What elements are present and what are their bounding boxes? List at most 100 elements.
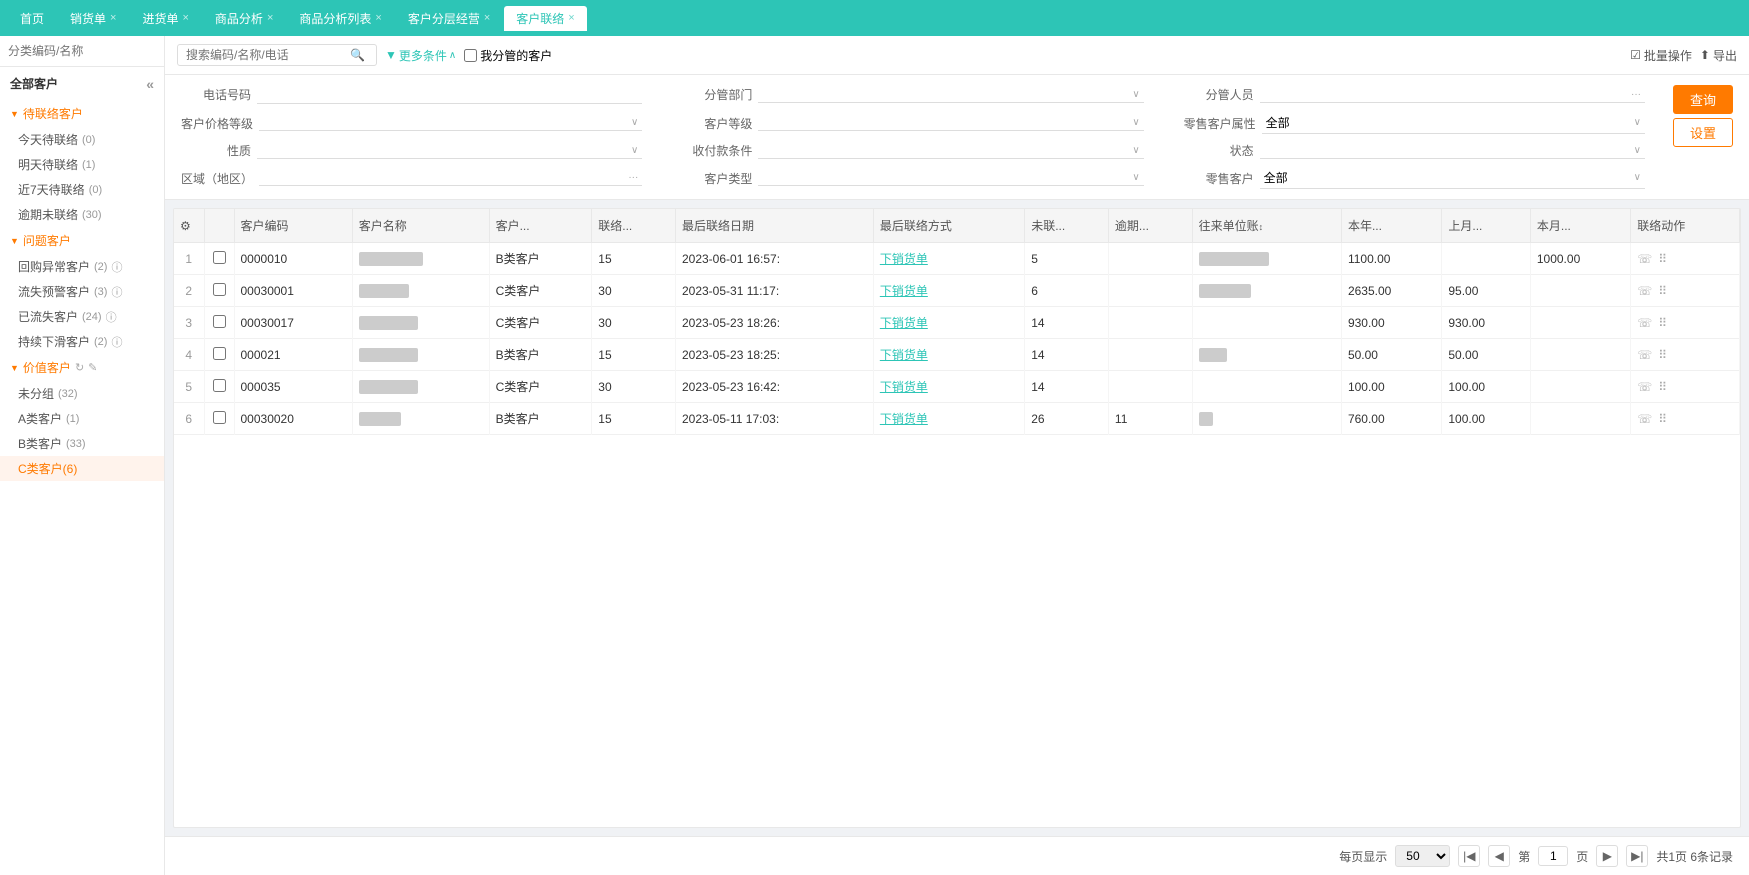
- action-more-icon[interactable]: ⠿: [1658, 316, 1667, 330]
- page-number-input[interactable]: [1538, 846, 1568, 866]
- edit-icon[interactable]: ✎: [88, 361, 97, 374]
- filter-phone-input[interactable]: [257, 85, 642, 104]
- cell-checkbox[interactable]: [204, 307, 234, 339]
- cell-checkbox[interactable]: [204, 403, 234, 435]
- sidebar-item-ungrouped[interactable]: 未分组 (32): [0, 381, 164, 406]
- sidebar-search-input[interactable]: [8, 44, 163, 58]
- nav-home[interactable]: 首页: [8, 6, 56, 31]
- sidebar-item-c-class[interactable]: C类客户(6): [0, 456, 164, 481]
- filter-nature-select[interactable]: ∨: [257, 143, 642, 159]
- filter-cust-type-select[interactable]: ∨: [758, 170, 1143, 186]
- action-more-icon[interactable]: ⠿: [1658, 380, 1667, 394]
- filter-status-select[interactable]: ∨: [1260, 143, 1645, 159]
- cell-actions[interactable]: ☏ ⠿: [1631, 243, 1740, 275]
- filter-person-select[interactable]: ···: [1260, 87, 1645, 103]
- action-more-icon[interactable]: ⠿: [1658, 284, 1667, 298]
- action-phone-icon[interactable]: ☏: [1637, 252, 1652, 266]
- filter-payment-select[interactable]: ∨: [758, 143, 1143, 159]
- sidebar-item-repurchase-abnormal[interactable]: 回购异常客户 (2) ⓘ: [0, 254, 164, 279]
- next-page-btn[interactable]: ▶: [1596, 845, 1618, 867]
- cell-last-method[interactable]: 下销货单: [873, 403, 1024, 435]
- action-more-icon[interactable]: ⠿: [1658, 252, 1667, 266]
- filter-retail-attr-select[interactable]: 全部 ∨: [1262, 112, 1645, 134]
- sidebar-item-loss-warning[interactable]: 流失预警客户 (3) ⓘ: [0, 279, 164, 304]
- cell-actions[interactable]: ☏ ⠿: [1631, 307, 1740, 339]
- nav-customer-segment[interactable]: 客户分层经营 ×: [396, 6, 502, 31]
- nav-sales[interactable]: 销货单 ×: [58, 6, 128, 31]
- cell-last-method[interactable]: 下销货单: [873, 275, 1024, 307]
- cell-last-method[interactable]: 下销货单: [873, 339, 1024, 371]
- batch-op-btn[interactable]: ☑ 批量操作: [1630, 47, 1692, 64]
- action-phone-icon[interactable]: ☏: [1637, 380, 1652, 394]
- more-conditions-btn[interactable]: ▼ 更多条件 ∧: [385, 47, 456, 64]
- cell-name: ██████: [352, 307, 489, 339]
- nav-customer-contact[interactable]: 客户联络 ×: [504, 6, 586, 31]
- cell-last-method[interactable]: 下销货单: [873, 307, 1024, 339]
- action-phone-icon[interactable]: ☏: [1637, 348, 1652, 362]
- cell-this-month-amt: [1530, 339, 1630, 371]
- cell-actions[interactable]: ☏ ⠿: [1631, 371, 1740, 403]
- cell-checkbox[interactable]: [204, 243, 234, 275]
- setting-button[interactable]: 设置: [1673, 118, 1733, 147]
- filter-price-grade-select[interactable]: ∨: [259, 115, 642, 131]
- nav-product-analysis-close[interactable]: ×: [267, 12, 273, 24]
- filter-cust-grade-select[interactable]: ∨: [758, 115, 1143, 131]
- filter-region-select[interactable]: ···: [259, 170, 642, 186]
- cell-actions[interactable]: ☏ ⠿: [1631, 403, 1740, 435]
- cell-last-method[interactable]: 下销货单: [873, 243, 1024, 275]
- cell-code: 000021: [234, 339, 352, 371]
- nav-customer-segment-label: 客户分层经营: [408, 10, 480, 27]
- cell-last-method[interactable]: 下销货单: [873, 371, 1024, 403]
- cell-year-amt: 1100.00: [1341, 243, 1441, 275]
- cell-checkbox[interactable]: [204, 371, 234, 403]
- chevron-person-icon: ···: [1631, 89, 1641, 100]
- filter-dept-select[interactable]: ∨: [758, 87, 1143, 103]
- per-page-select[interactable]: 50 100: [1395, 845, 1450, 867]
- sidebar-item-7days[interactable]: 近7天待联络 (0): [0, 177, 164, 202]
- col-checkbox: [204, 209, 234, 243]
- sidebar-item-a-class[interactable]: A类客户 (1): [0, 406, 164, 431]
- sidebar-item-declining[interactable]: 持续下滑客户 (2) ⓘ: [0, 329, 164, 354]
- sidebar-item-b-class[interactable]: B类客户 (33): [0, 431, 164, 456]
- sidebar-collapse-icon[interactable]: «: [146, 76, 154, 92]
- col-this-month: 本月...: [1530, 209, 1630, 243]
- cell-checkbox[interactable]: [204, 339, 234, 371]
- my-customers-checkbox[interactable]: [464, 49, 477, 62]
- cell-checkbox[interactable]: [204, 275, 234, 307]
- cell-type: C类客户: [489, 275, 592, 307]
- sidebar-item-tomorrow[interactable]: 明天待联络 (1): [0, 152, 164, 177]
- chevron-down-icon: ∧: [449, 50, 456, 61]
- nav-product-analysis-label: 商品分析: [215, 10, 263, 27]
- last-page-btn[interactable]: ▶|: [1626, 845, 1648, 867]
- search-icon[interactable]: 🔍: [350, 48, 365, 62]
- nav-product-analysis[interactable]: 商品分析 ×: [203, 6, 285, 31]
- sidebar-item-overdue-contact[interactable]: 逾期未联络 (30): [0, 202, 164, 227]
- sidebar-all-customers[interactable]: 全部客户 «: [0, 67, 164, 100]
- filter-retail-cust-select[interactable]: 全部 ∨: [1260, 167, 1645, 189]
- refresh-icon[interactable]: ↻: [75, 361, 84, 374]
- col-settings[interactable]: ⚙: [174, 209, 204, 243]
- nav-customer-contact-close[interactable]: ×: [568, 12, 574, 24]
- export-btn[interactable]: ⬆ 导出: [1700, 47, 1737, 64]
- prev-page-btn[interactable]: ◀: [1488, 845, 1510, 867]
- action-phone-icon[interactable]: ☏: [1637, 284, 1652, 298]
- cell-last-month-amt: 100.00: [1442, 371, 1531, 403]
- nav-product-list[interactable]: 商品分析列表 ×: [287, 6, 393, 31]
- sidebar-item-today[interactable]: 今天待联络 (0): [0, 127, 164, 152]
- action-more-icon[interactable]: ⠿: [1658, 412, 1667, 426]
- cell-actions[interactable]: ☏ ⠿: [1631, 275, 1740, 307]
- nav-purchase[interactable]: 进货单 ×: [130, 6, 200, 31]
- search-input[interactable]: [186, 48, 346, 62]
- sidebar-item-lost[interactable]: 已流失客户 (24) ⓘ: [0, 304, 164, 329]
- query-button[interactable]: 查询: [1673, 85, 1733, 114]
- first-page-btn[interactable]: |◀: [1458, 845, 1480, 867]
- nav-sales-close[interactable]: ×: [110, 12, 116, 24]
- col-year-amt: 本年...: [1341, 209, 1441, 243]
- action-phone-icon[interactable]: ☏: [1637, 412, 1652, 426]
- nav-product-list-close[interactable]: ×: [375, 12, 381, 24]
- cell-actions[interactable]: ☏ ⠿: [1631, 339, 1740, 371]
- action-more-icon[interactable]: ⠿: [1658, 348, 1667, 362]
- nav-customer-segment-close[interactable]: ×: [484, 12, 490, 24]
- nav-purchase-close[interactable]: ×: [182, 12, 188, 24]
- action-phone-icon[interactable]: ☏: [1637, 316, 1652, 330]
